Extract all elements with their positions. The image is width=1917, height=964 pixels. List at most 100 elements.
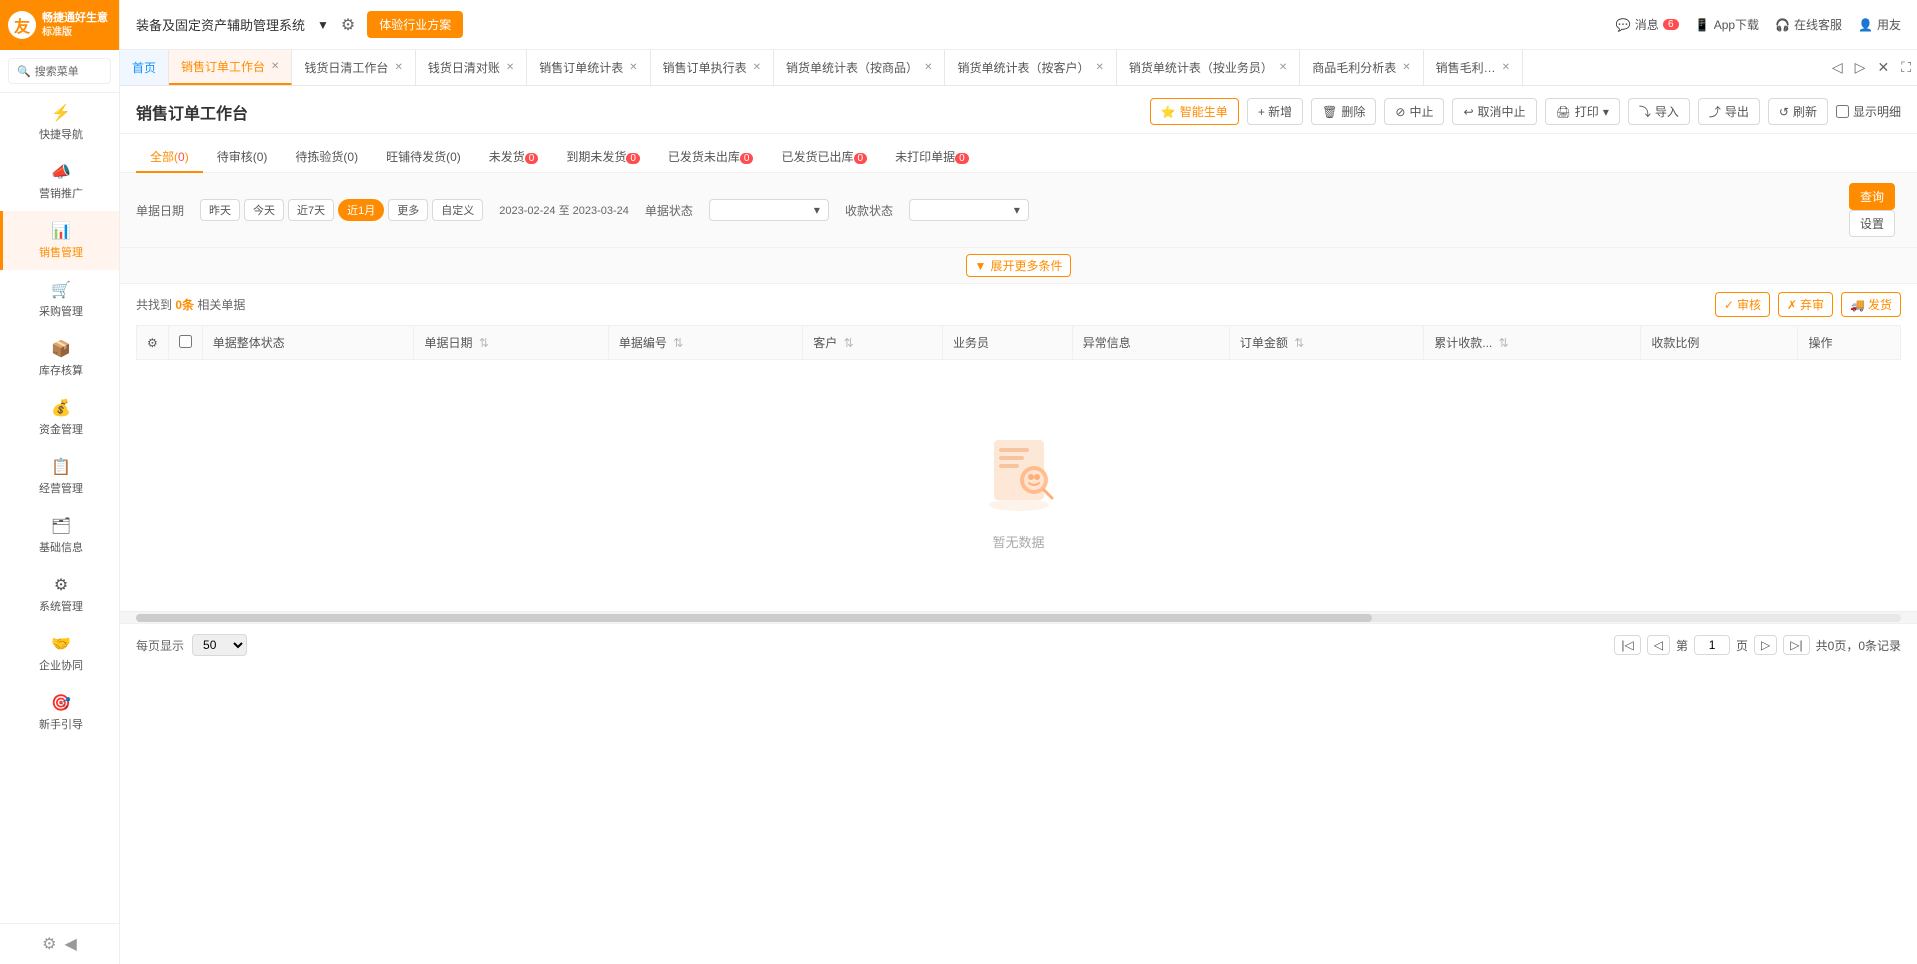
show-detail-label[interactable]: 显示明细 [1836, 103, 1901, 120]
app-download-button[interactable]: 📱 App下载 [1695, 16, 1759, 33]
sidebar-item-cooperation[interactable]: 🤝 企业协同 [0, 624, 119, 683]
filter-tab-pending-review[interactable]: 待审核(0) [203, 142, 282, 173]
expand-row: ▼ 展开更多条件 [120, 248, 1917, 284]
select-all-checkbox[interactable] [179, 335, 192, 348]
industry-btn[interactable]: 体验行业方案 [367, 11, 463, 38]
page-next-button[interactable]: ▷ [1754, 635, 1777, 655]
tab-close-reconcile[interactable]: ✕ [506, 62, 514, 73]
star-icon: ⭐ [1161, 105, 1176, 119]
refresh-button[interactable]: ↺ 刷新 [1768, 98, 1828, 125]
sidebar-item-management[interactable]: 📋 经营管理 [0, 447, 119, 506]
tab-close-by-salesperson[interactable]: ✕ [1279, 62, 1287, 73]
search-menu-button[interactable]: 🔍 搜索菜单 [8, 58, 111, 84]
sidebar-item-sales[interactable]: 📊 销售管理 [0, 211, 119, 270]
status-select[interactable]: ▾ [709, 199, 829, 221]
tab-close-all-button[interactable]: ✕ [1871, 50, 1895, 86]
sidebar-item-marketing[interactable]: 📣 营销推广 [0, 152, 119, 211]
tab-by-salesperson[interactable]: 销货单统计表（按业务员） ✕ [1117, 50, 1300, 85]
page-prev-button[interactable]: ◁ [1647, 635, 1670, 655]
smart-create-button[interactable]: ⭐ 智能生单 [1150, 98, 1239, 125]
tab-gross-margin[interactable]: 商品毛利分析表 ✕ [1300, 50, 1423, 85]
sidebar-item-basicinfo[interactable]: 🗂 基础信息 [0, 506, 119, 565]
page-number-input[interactable] [1694, 635, 1730, 655]
tab-sales-gross[interactable]: 销售毛利… ✕ [1424, 50, 1523, 85]
audit-button[interactable]: ✓ 审核 [1715, 292, 1770, 317]
tab-by-customer[interactable]: 销货单统计表（按客户） ✕ [945, 50, 1116, 85]
date-today[interactable]: 今天 [244, 199, 284, 221]
tab-close-sales-gross[interactable]: ✕ [1502, 62, 1510, 73]
tab-daily-cash[interactable]: 钱货日清工作台 ✕ [292, 50, 415, 85]
filter-tab-unshipped[interactable]: 未发货0 [475, 142, 553, 173]
stop-button[interactable]: ⊘ 中止 [1384, 98, 1444, 125]
message-button[interactable]: 💬 消息 6 [1616, 16, 1679, 33]
tab-close-by-customer[interactable]: ✕ [1095, 62, 1103, 73]
date-1month[interactable]: 近1月 [338, 199, 384, 221]
tab-close-daily-cash[interactable]: ✕ [394, 62, 402, 73]
filter-tab-shipped-out[interactable]: 已发货已出库0 [767, 142, 881, 173]
tab-home[interactable]: 首页 [120, 50, 169, 85]
sidebar-item-inventory[interactable]: 📦 库存核算 [0, 329, 119, 388]
page-first-button[interactable]: |◁ [1614, 635, 1640, 655]
page-last-button[interactable]: ▷| [1783, 635, 1809, 655]
new-button[interactable]: + 新增 [1247, 98, 1303, 125]
filter-tab-all[interactable]: 全部(0) [136, 142, 203, 173]
tab-reconcile[interactable]: 钱货日清对账 ✕ [416, 50, 527, 85]
sidebar-item-finance[interactable]: 💰 资金管理 [0, 388, 119, 447]
tab-fullscreen-button[interactable]: ⛶ [1895, 50, 1917, 86]
horizontal-scrollbar[interactable] [120, 611, 1917, 623]
search-button[interactable]: 查询 [1849, 183, 1895, 210]
revoke-button[interactable]: ✗ 弃审 [1778, 292, 1833, 317]
expand-conditions-button[interactable]: ▼ 展开更多条件 [966, 254, 1072, 277]
col-number[interactable]: 单据编号 ⇅ [608, 326, 802, 360]
filter-tab-unprinted[interactable]: 未打印单据0 [881, 142, 983, 173]
tab-prev-button[interactable]: ◁ [1826, 50, 1849, 86]
sidebar-item-system[interactable]: ⚙ 系统管理 [0, 565, 119, 624]
col-customer[interactable]: 客户 ⇅ [803, 326, 943, 360]
date-more[interactable]: 更多 [388, 199, 428, 221]
sidebar-collapse-button[interactable]: ◀ [65, 934, 77, 954]
tab-close-sales-stats[interactable]: ✕ [629, 62, 637, 73]
print-button[interactable]: 🖨 打印 ▾ [1545, 98, 1620, 125]
tab-close-by-product[interactable]: ✕ [924, 62, 932, 73]
topbar-settings-icon[interactable]: ⚙ [341, 15, 355, 35]
date-custom[interactable]: 自定义 [432, 199, 483, 221]
col-amount[interactable]: 订单金额 ⇅ [1229, 326, 1423, 360]
date-7days[interactable]: 近7天 [288, 199, 334, 221]
tab-sales-exec[interactable]: 销售订单执行表 ✕ [651, 50, 774, 85]
message-icon: 💬 [1616, 18, 1631, 32]
system-dropdown[interactable]: ▼ [317, 18, 329, 32]
sidebar-item-purchase[interactable]: 🛒 采购管理 [0, 270, 119, 329]
refresh-icon: ↺ [1779, 105, 1789, 119]
sidebar-item-newbie[interactable]: 🎯 新手引导 [0, 683, 119, 742]
online-service-button[interactable]: 🎧 在线客服 [1775, 16, 1842, 33]
show-detail-checkbox[interactable] [1836, 105, 1849, 118]
page-size-select[interactable]: 10 20 50 100 [192, 634, 247, 656]
payment-select[interactable]: ▾ [909, 199, 1029, 221]
ship-button[interactable]: 🚚 发货 [1841, 292, 1901, 317]
tab-sales-order[interactable]: 销售订单工作台 ✕ [169, 50, 292, 85]
user-menu[interactable]: 👤 用友 [1858, 16, 1901, 33]
filter-tab-pending-inspect[interactable]: 待拣验货(0) [281, 142, 372, 173]
export-button[interactable]: ⤴ 导出 [1698, 98, 1760, 125]
sidebar-item-quicknav[interactable]: ⚡ 快捷导航 [0, 93, 119, 152]
filter-tab-wangpu[interactable]: 旺铺待发货(0) [372, 142, 475, 173]
table-settings-col[interactable]: ⚙ [137, 326, 169, 360]
settings-button[interactable]: 设置 [1849, 210, 1895, 237]
sidebar-settings-button[interactable]: ⚙ [42, 934, 56, 954]
filter-tab-overdue-unshipped[interactable]: 到期未发货0 [552, 142, 654, 173]
tab-close-sales-order[interactable]: ✕ [271, 61, 279, 72]
col-total-receipt[interactable]: 累计收款... ⇅ [1424, 326, 1641, 360]
chevron-down-icon: ▼ [317, 18, 329, 32]
tab-close-gross-margin[interactable]: ✕ [1402, 62, 1410, 73]
tab-by-product[interactable]: 销货单统计表（按商品） ✕ [774, 50, 945, 85]
tab-next-button[interactable]: ▷ [1849, 50, 1872, 86]
tab-sales-stats[interactable]: 销售订单统计表 ✕ [527, 50, 650, 85]
tab-close-sales-exec[interactable]: ✕ [753, 62, 761, 73]
date-yesterday[interactable]: 昨天 [200, 199, 240, 221]
delete-button[interactable]: 🗑 删除 [1311, 98, 1376, 125]
filter-tab-shipped-not-out[interactable]: 已发货未出库0 [654, 142, 768, 173]
import-button[interactable]: ⤵ 导入 [1628, 98, 1690, 125]
col-date[interactable]: 单据日期 ⇅ [414, 326, 608, 360]
scrollbar-thumb[interactable] [136, 614, 1372, 622]
cancel-stop-button[interactable]: ↩ 取消中止 [1452, 98, 1536, 125]
